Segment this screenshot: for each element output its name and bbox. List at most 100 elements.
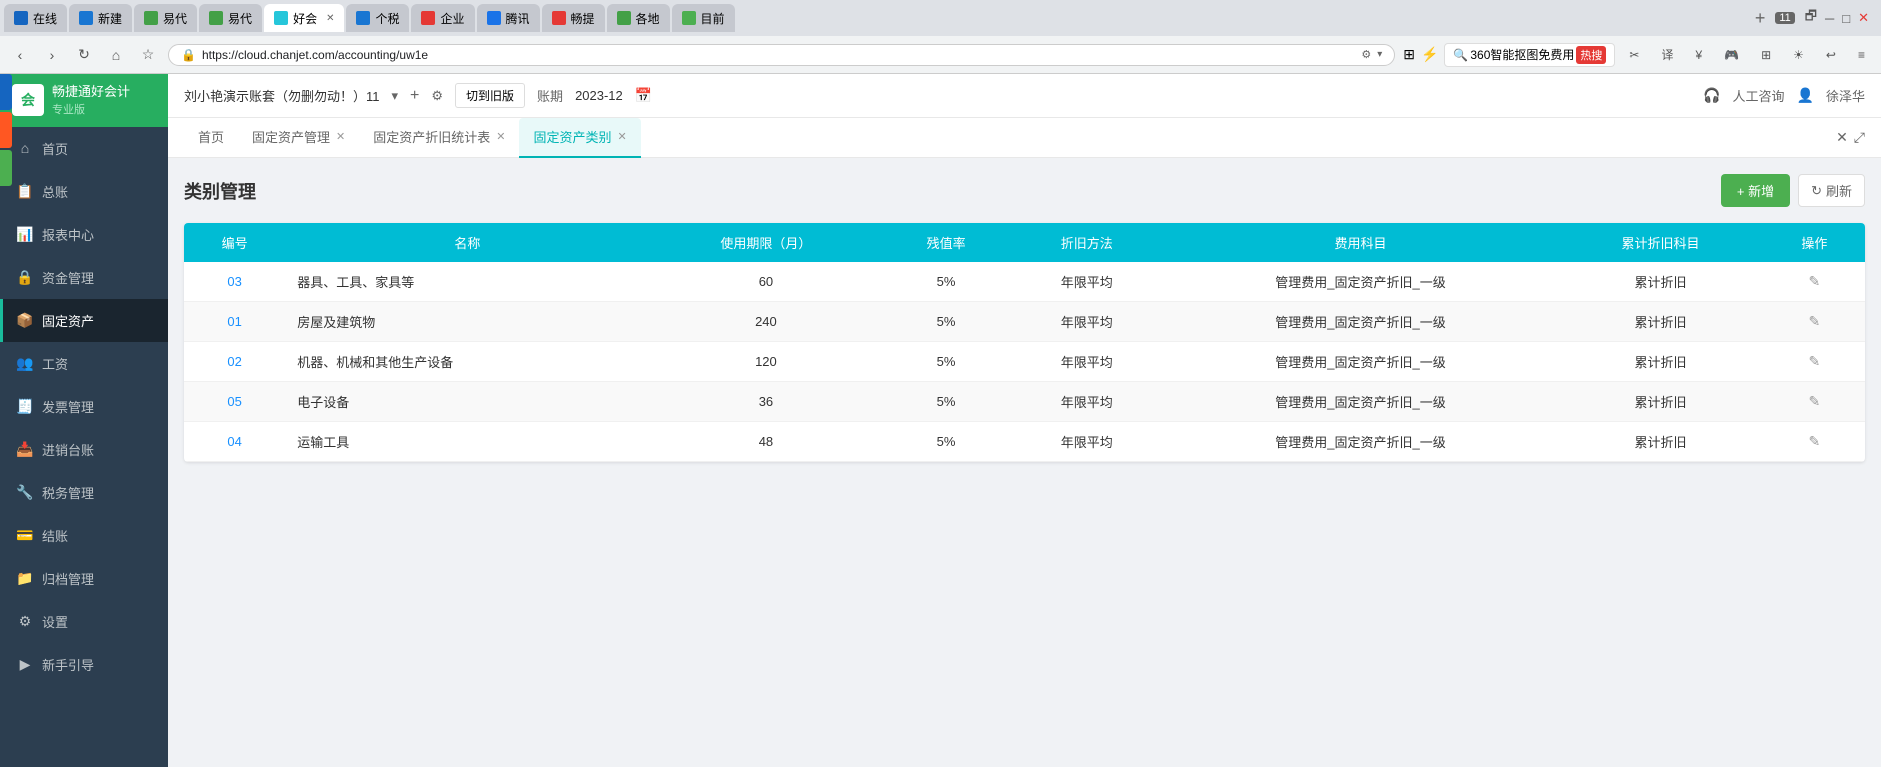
cell-action[interactable]: ✎ (1764, 382, 1865, 422)
tab-count-badge[interactable]: 11 (1775, 12, 1794, 24)
layout-btn[interactable]: ⊞ (1753, 45, 1779, 65)
close-panel-btn[interactable]: ✕ (1836, 129, 1848, 146)
site-settings-icon[interactable]: ⚙ (1361, 48, 1371, 61)
cell-action[interactable]: ✎ (1764, 262, 1865, 302)
sidebar-item-fixed-assets[interactable]: 📦固定资产 (0, 299, 168, 342)
brightness-btn[interactable]: ☀ (1785, 45, 1812, 65)
close-window-btn[interactable]: ✕ (1858, 10, 1869, 26)
dropdown-arrow[interactable]: ▾ (392, 88, 399, 104)
sidebar-item-checkout[interactable]: 💳结账 (0, 514, 168, 557)
sidebar-item-archive[interactable]: 📁归档管理 (0, 557, 168, 600)
edit-btn-4[interactable]: ✎ (1808, 433, 1820, 449)
cell-expense: 管理费用_固定资产折旧_一级 (1164, 422, 1558, 462)
cell-action[interactable]: ✎ (1764, 302, 1865, 342)
edit-btn-2[interactable]: ✎ (1808, 353, 1820, 369)
cell-action[interactable]: ✎ (1764, 422, 1865, 462)
settings-btn[interactable]: ⚙ (431, 88, 443, 104)
forward-button[interactable]: › (40, 43, 64, 67)
edit-btn-3[interactable]: ✎ (1808, 393, 1820, 409)
cell-action[interactable]: ✎ (1764, 342, 1865, 382)
app-tab-close-fixed-assets-mgmt[interactable]: ✕ (336, 130, 345, 143)
lock-icon: 🔒 (181, 48, 196, 62)
sidebar-item-tax[interactable]: 🔧税务管理 (0, 471, 168, 514)
browser-tab-t9[interactable]: 畅提 (542, 4, 605, 32)
browser-tab-t4[interactable]: 易代 (199, 4, 262, 32)
sidebar-label-reports: 报表中心 (42, 225, 94, 244)
cell-code: 05 (184, 382, 285, 422)
search-icon: 🔍 (1453, 48, 1468, 62)
add-btn[interactable]: + 新增 (1721, 174, 1790, 207)
app-tab-close-category[interactable]: ✕ (618, 130, 627, 143)
sidebar-item-settings[interactable]: ⚙设置 (0, 600, 168, 643)
sidebar-label-payroll: 工资 (42, 354, 68, 373)
sidebar-item-invoices[interactable]: 🧾发票管理 (0, 385, 168, 428)
dropdown-arrow-icon[interactable]: ▾ (1377, 49, 1382, 60)
browser-tab-t7[interactable]: 企业 (411, 4, 474, 32)
app-tab-close-depreciation-stats[interactable]: ✕ (496, 130, 505, 143)
page-content: 类别管理 + 新增 ↻ 刷新 编号名称使用期限（月）残值率折旧方法费用科目累计折… (168, 158, 1881, 767)
maximize-window-btn[interactable]: □ (1842, 11, 1850, 26)
logo-icon: 会 (12, 84, 44, 116)
translate-btn[interactable]: 译 (1653, 43, 1681, 66)
devices-icon[interactable]: ⊞ (1403, 46, 1415, 63)
left-tab-2[interactable] (0, 112, 12, 148)
back-button[interactable]: ‹ (8, 43, 32, 67)
sidebar-item-payroll[interactable]: 👥工资 (0, 342, 168, 385)
user-name[interactable]: 徐泽华 (1826, 86, 1865, 105)
cell-method: 年限平均 (1010, 382, 1164, 422)
menu-btn[interactable]: ≡ (1850, 45, 1873, 65)
search-bar[interactable]: 🔍 360智能抠图免费用 热搜 (1444, 43, 1615, 67)
left-tab-1[interactable] (0, 74, 12, 110)
app-tab-depreciation-stats[interactable]: 固定资产折旧统计表✕ (359, 118, 519, 158)
sidebar-icon-ledger: 📋 (16, 183, 34, 200)
app-tab-home[interactable]: 首页 (184, 118, 238, 158)
browser-tab-t10[interactable]: 各地 (607, 4, 670, 32)
add-account-btn[interactable]: + (410, 87, 419, 105)
consult-label[interactable]: 人工咨询 (1733, 86, 1785, 105)
cell-period: 60 (650, 262, 883, 302)
expand-panel-btn[interactable]: ⤢ (1854, 129, 1865, 146)
left-tab-3[interactable] (0, 150, 12, 186)
cell-accumulated: 累计折旧 (1557, 382, 1763, 422)
sidebar-icon-funds: 🔒 (16, 269, 34, 286)
browser-tab-t2[interactable]: 新建 (69, 4, 132, 32)
home-button[interactable]: ⌂ (104, 43, 128, 67)
browser-tab-t1[interactable]: 在线 (4, 4, 67, 32)
cell-period: 240 (650, 302, 883, 342)
cut-btn[interactable]: ✂ (1621, 45, 1647, 65)
sidebar-label-tax: 税务管理 (42, 483, 94, 502)
sidebar-item-guide[interactable]: ▶新手引导 (0, 643, 168, 686)
app-tab-category[interactable]: 固定资产类别✕ (519, 118, 640, 158)
bookmark-button[interactable]: ☆ (136, 43, 160, 67)
sidebar-item-ledger[interactable]: 📋总账 (0, 170, 168, 213)
logo-sub: 专业版 (52, 101, 130, 117)
sidebar-item-inventory[interactable]: 📥进销台账 (0, 428, 168, 471)
browser-tab-t11[interactable]: 目前 (672, 4, 735, 32)
sidebar-item-funds[interactable]: 🔒资金管理 (0, 256, 168, 299)
edit-btn-1[interactable]: ✎ (1808, 313, 1820, 329)
sidebar-item-reports[interactable]: 📊报表中心 (0, 213, 168, 256)
sidebar-item-home[interactable]: ⌂首页 (0, 127, 168, 170)
calendar-icon[interactable]: 📅 (635, 87, 652, 104)
top-bar: 刘小艳演示账套（勿删勿动！）11 ▾ + ⚙ 切到旧版 账期 2023-12 📅… (168, 74, 1881, 118)
undo-btn[interactable]: ↩ (1818, 45, 1844, 65)
minimize-window-btn[interactable]: ─ (1825, 11, 1834, 26)
cell-period: 48 (650, 422, 883, 462)
app-tab-fixed-assets-mgmt[interactable]: 固定资产管理✕ (238, 118, 359, 158)
extensions-icon[interactable]: ⚡ (1421, 46, 1438, 63)
browser-tab-t3[interactable]: 易代 (134, 4, 197, 32)
browser-tab-t6[interactable]: 个税 (346, 4, 409, 32)
browser-tab-t5[interactable]: 好会✕ (264, 4, 344, 32)
table-column-header: 编号 (184, 223, 285, 262)
switch-view-btn[interactable]: 切到旧版 (455, 83, 525, 108)
game-btn[interactable]: 🎮 (1716, 45, 1747, 65)
browser-tab-t8[interactable]: 腾讯 (477, 4, 540, 32)
cell-name: 电子设备 (285, 382, 649, 422)
refresh-btn[interactable]: ↻ 刷新 (1798, 174, 1865, 207)
restore-window-btn[interactable]: 🗗 (1805, 7, 1817, 29)
wallet-btn[interactable]: ¥ (1687, 45, 1710, 65)
address-bar[interactable]: 🔒 https://cloud.chanjet.com/accounting/u… (168, 44, 1395, 66)
reload-button[interactable]: ↻ (72, 43, 96, 67)
new-tab-button[interactable]: + (1747, 8, 1774, 29)
edit-btn-0[interactable]: ✎ (1808, 273, 1820, 289)
